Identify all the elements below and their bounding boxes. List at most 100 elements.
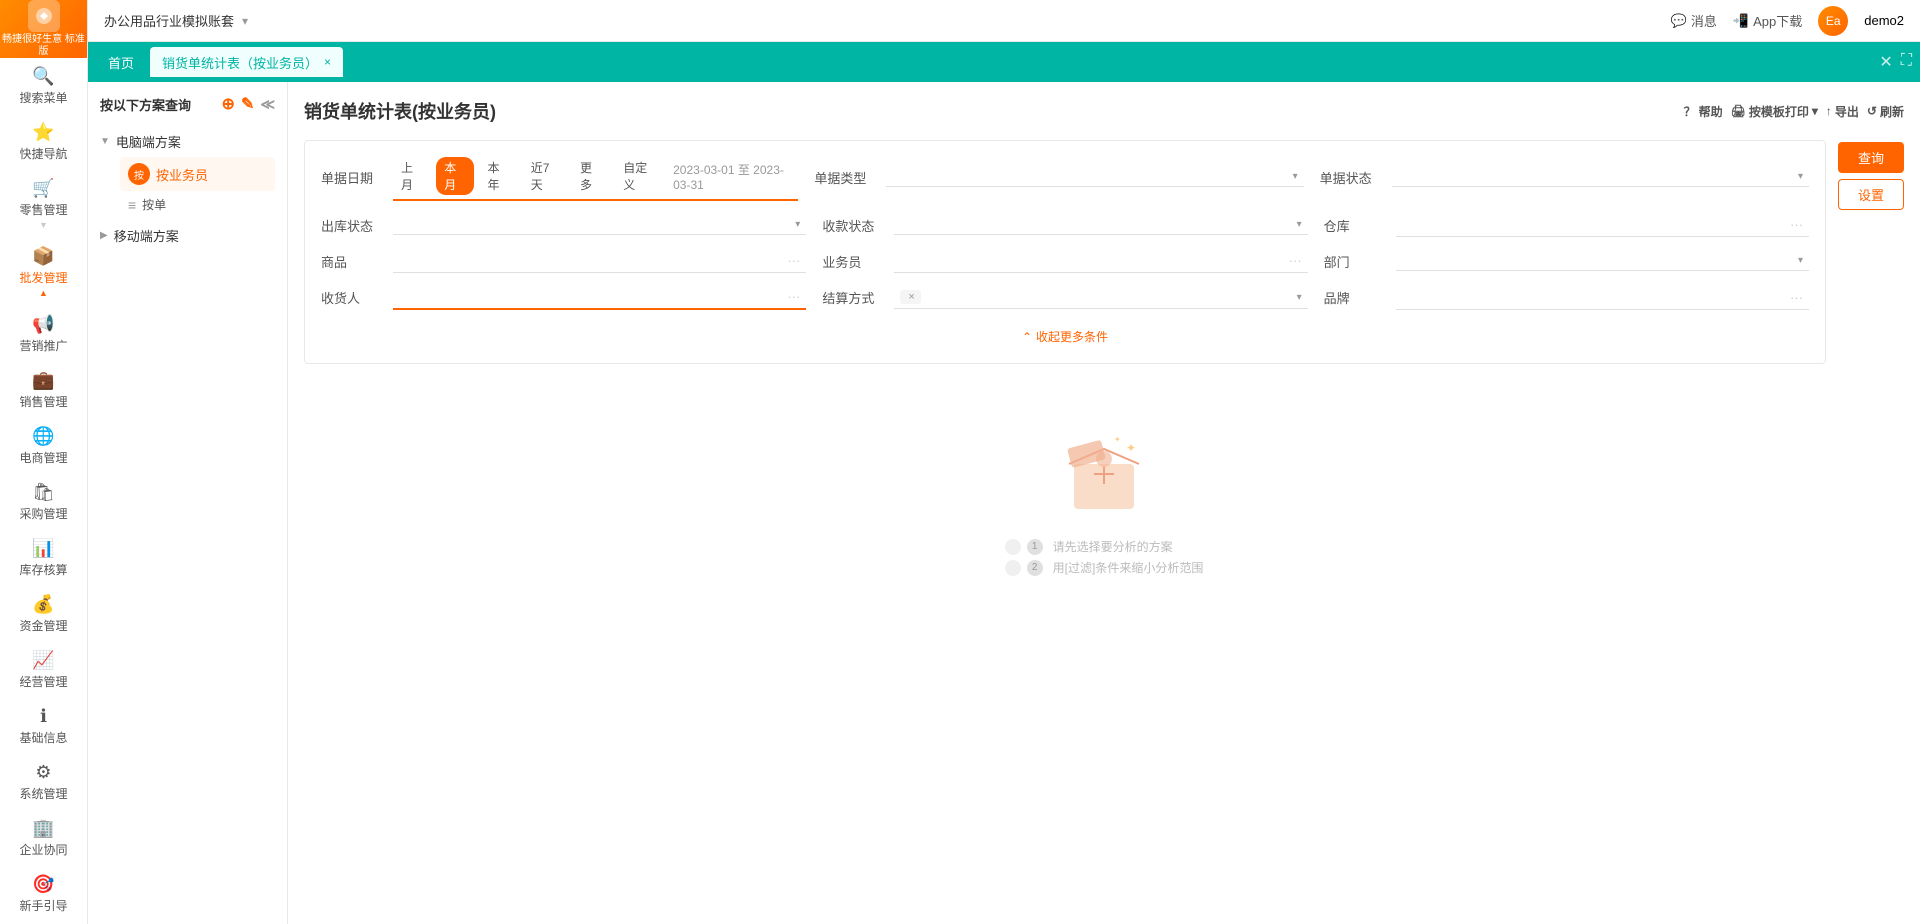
collapse-button[interactable]: ⌃ 收起更多条件 (321, 322, 1809, 351)
sidebar-item-operations[interactable]: 📈 经营管理 (0, 642, 88, 698)
goods-dropdown[interactable]: ··· (393, 249, 806, 273)
marketing-icon: 📢 (32, 314, 54, 335)
logo-icon (28, 0, 60, 32)
consignee-dropdown[interactable]: ··· (393, 285, 806, 310)
brand-dots[interactable]: ··· (1790, 290, 1803, 305)
sidebar-item-inventory[interactable]: 📊 库存核算 (0, 530, 88, 586)
sidebar-item-sales[interactable]: 💼 销售管理 (0, 362, 88, 418)
date-label: 单据日期 (321, 168, 377, 187)
star-icon: ⭐ (32, 122, 54, 143)
empty-state: ✦ ✦ 1 请先选择要分析的方案 2 用[过滤]条件来缩小分析范围 (304, 364, 1904, 638)
template-print-button[interactable]: 🖨 按模板打印 ▾ (1731, 103, 1818, 120)
scheme-by-order[interactable]: ≡ 按单 (120, 191, 275, 218)
operations-icon: 📈 (32, 650, 54, 671)
tab-sales-stat[interactable]: 销货单统计表（按业务员） × (150, 47, 343, 77)
sidebar-item-newbie[interactable]: 🎯 新手引导 (0, 866, 88, 922)
doc-status-dropdown[interactable]: ▾ (1392, 167, 1809, 187)
message-icon: 💬 (1671, 13, 1687, 29)
date-tab-this-month[interactable]: 本月 (436, 157, 473, 195)
warehouse-dropdown[interactable]: ··· (1396, 213, 1809, 237)
collect-status-dropdown[interactable]: ▾ (894, 215, 1307, 235)
sidebar-item-wholesale[interactable]: 📦 批发管理 ▲ (0, 238, 88, 306)
enterprise-icon: 🏢 (32, 818, 54, 839)
inventory-icon: 📊 (32, 538, 54, 559)
brand-dropdown[interactable]: ··· (1396, 286, 1809, 310)
messages-label: 消息 (1691, 11, 1717, 30)
sidebar-item-quick-nav[interactable]: ⭐ 快捷导航 (0, 114, 88, 170)
date-tab-7days[interactable]: 近7天 (523, 157, 566, 195)
desktop-section-label: 电脑端方案 (116, 132, 181, 151)
sidebar-item-system[interactable]: ⚙ 系统管理 (0, 754, 88, 810)
settle-method-dropdown[interactable]: × ▾ (894, 286, 1307, 309)
sidebar-item-finance[interactable]: 💰 资金管理 (0, 586, 88, 642)
panel-desktop-section: ▼ 电脑端方案 按 按业务员 ≡ 按单 (88, 122, 287, 222)
sidebar-item-marketing[interactable]: 📢 营销推广 (0, 306, 88, 362)
expand-window-button[interactable]: ⛶ (1901, 52, 1912, 72)
help-button[interactable]: ？ 帮助 (1684, 103, 1723, 120)
topbar: 办公用品行业模拟账套 ▾ 💬 消息 📲 App下载 Ea demo2 (88, 0, 1920, 42)
doc-status-arrow: ▾ (1798, 171, 1803, 182)
sidebar-item-search[interactable]: 🔍 搜索菜单 (0, 58, 88, 114)
topbar-dropdown-icon[interactable]: ▾ (242, 14, 248, 28)
sidebar-item-label: 新手引导 (19, 897, 67, 914)
tab-close-button[interactable]: × (324, 55, 331, 69)
goods-dots[interactable]: ··· (787, 253, 800, 268)
close-window-button[interactable]: ✕ (1879, 52, 1892, 72)
scheme-salesperson-label: 按业务员 (156, 165, 208, 184)
sidebar-item-enterprise[interactable]: 🏢 企业协同 (0, 810, 88, 866)
sidebar-item-purchase[interactable]: 🛍 采购管理 (0, 474, 88, 530)
doc-status-label: 单据状态 (1320, 168, 1376, 187)
dept-arrow: ▾ (1798, 255, 1803, 266)
date-tab-this-year[interactable]: 本年 (480, 157, 517, 195)
query-button[interactable]: 查询 (1838, 142, 1904, 173)
edit-scheme-button[interactable]: ✎ (241, 94, 254, 114)
sidebar-item-base-info[interactable]: ℹ 基础信息 (0, 698, 88, 754)
salesperson-dropdown[interactable]: ··· (894, 249, 1307, 273)
template-print-label: 按模板打印 (1749, 103, 1809, 120)
sidebar-item-label: 库存核算 (19, 561, 67, 578)
dept-label: 部门 (1324, 252, 1380, 271)
tab-home[interactable]: 首页 (96, 47, 146, 77)
panel-title: 按以下方案查询 (100, 95, 191, 114)
date-tab-last-month[interactable]: 上月 (393, 157, 430, 195)
filter-row-1: 单据日期 上月 本月 本年 近7天 更多 自定义 2023-03-01 至 20… (321, 153, 1809, 201)
settle-method-arrow: ▾ (1297, 292, 1302, 303)
warehouse-dots[interactable]: ··· (1790, 217, 1803, 232)
sidebar-item-ecommerce[interactable]: 🌐 电商管理 (0, 418, 88, 474)
date-tab-more[interactable]: 更多 (572, 157, 609, 195)
consignee-dots[interactable]: ··· (787, 289, 800, 304)
user-avatar[interactable]: Ea (1818, 6, 1848, 36)
order-icon: ≡ (128, 197, 136, 213)
date-tab-custom[interactable]: 自定义 (615, 157, 663, 195)
scheme-salesperson[interactable]: 按 按业务员 (120, 157, 275, 191)
empty-hints: 1 请先选择要分析的方案 2 用[过滤]条件来缩小分析范围 (1005, 536, 1204, 578)
date-tabs: 上月 本月 本年 近7天 更多 自定义 2023-03-01 至 2023-03… (393, 157, 798, 195)
desktop-section-header[interactable]: ▼ 电脑端方案 (100, 126, 275, 157)
mobile-section-label: 移动端方案 (114, 226, 179, 245)
salesperson-dots[interactable]: ··· (1289, 253, 1302, 268)
app-download-button[interactable]: 📲 App下载 (1733, 11, 1802, 30)
collapse-panel-button[interactable]: ≪ (260, 96, 275, 113)
mobile-section-header[interactable]: ▶ 移动端方案 (88, 222, 287, 249)
sidebar-item-retail[interactable]: 🛒 零售管理 ▼ (0, 170, 88, 238)
messages-button[interactable]: 💬 消息 (1671, 11, 1717, 30)
filter-buttons: 查询 设置 (1838, 140, 1904, 210)
filter-query-row: 单据日期 上月 本月 本年 近7天 更多 自定义 2023-03-01 至 20… (304, 140, 1904, 364)
filter-area: 单据日期 上月 本月 本年 近7天 更多 自定义 2023-03-01 至 20… (304, 140, 1826, 364)
out-status-dropdown[interactable]: ▾ (393, 215, 806, 235)
add-scheme-button[interactable]: ⊕ (222, 94, 235, 114)
export-button[interactable]: ↑ 导出 (1826, 103, 1859, 120)
search-icon: 🔍 (32, 66, 54, 87)
doc-type-dropdown[interactable]: ▾ (886, 167, 1303, 187)
refresh-button[interactable]: ↺ 刷新 (1867, 103, 1904, 120)
settle-clear-button[interactable]: × (908, 291, 914, 303)
topbar-left: 办公用品行业模拟账套 ▾ (104, 11, 248, 30)
settings-button[interactable]: 设置 (1838, 179, 1904, 210)
logo-text: 畅捷很好生意 标准版 (0, 34, 88, 58)
dept-dropdown[interactable]: ▾ (1396, 251, 1809, 271)
sidebar-logo[interactable]: 畅捷很好生意 标准版 (0, 0, 88, 58)
collapse-icon: ⌃ (1022, 330, 1032, 344)
newbie-icon: 🎯 (32, 874, 54, 895)
empty-icon: ✦ ✦ (1054, 424, 1154, 524)
scheme-active-dot: 按 (128, 163, 150, 185)
